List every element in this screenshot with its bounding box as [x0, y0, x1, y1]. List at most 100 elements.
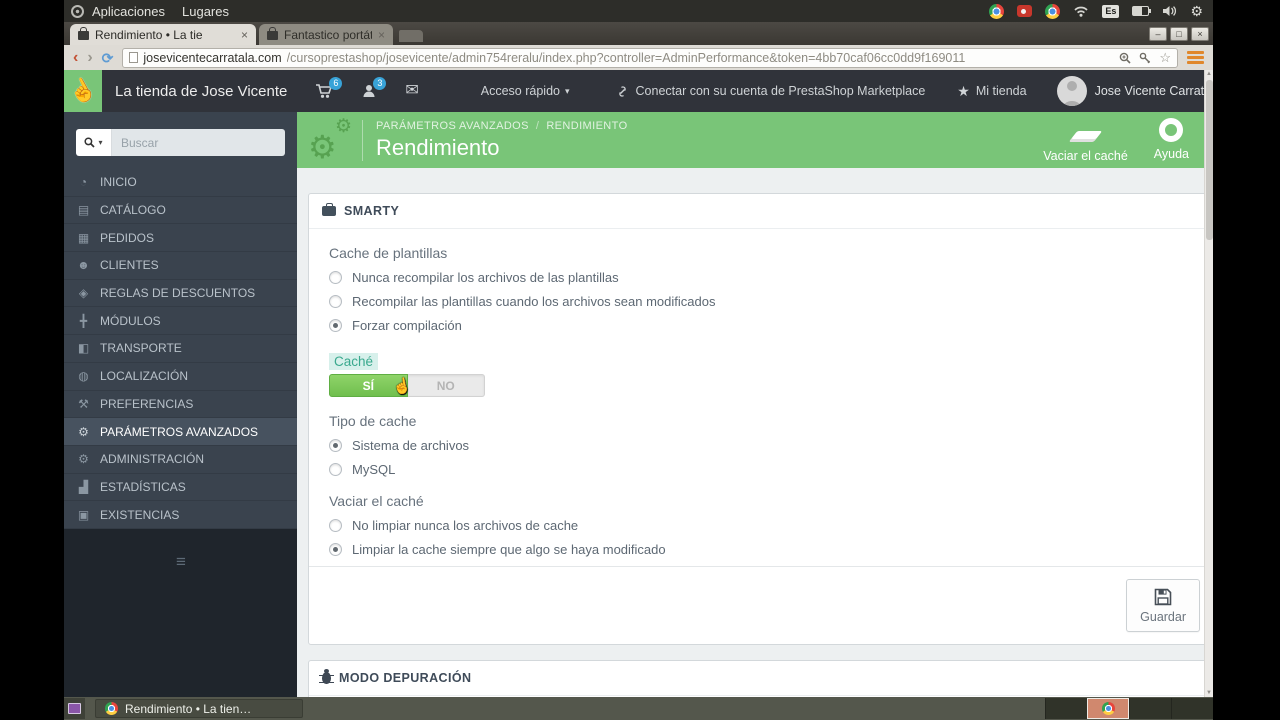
- shop-name[interactable]: La tienda de Jose Vicente: [115, 83, 287, 100]
- radio-option[interactable]: Sistema de archivos: [329, 438, 1195, 453]
- reload-button[interactable]: ⟳: [102, 51, 114, 65]
- page-header: ⚙ ⚙ PARÁMETROS AVANZADOS / RENDIMIENTO R…: [297, 112, 1213, 168]
- radio-option[interactable]: MySQL: [329, 462, 1195, 477]
- workspace-4[interactable]: [1171, 698, 1213, 719]
- sidebar-item-transporte[interactable]: ◧ TRANSPORTE: [64, 335, 297, 363]
- tab-close-icon[interactable]: ×: [241, 28, 248, 42]
- taskbar: Rendimiento • La tien…: [64, 697, 1213, 720]
- quick-access-dropdown[interactable]: Acceso rápido ▾: [481, 84, 570, 98]
- search-scope-button[interactable]: ▾: [76, 129, 112, 156]
- sidebar-item-existencias[interactable]: ▣ EXISTENCIAS: [64, 501, 297, 529]
- sidebar-item-clientes[interactable]: ☻ CLIENTES: [64, 252, 297, 280]
- chrome-tray-icon[interactable]: [989, 3, 1005, 19]
- keyboard-layout-indicator[interactable]: Es: [1102, 4, 1120, 18]
- zoom-icon[interactable]: [1119, 52, 1131, 64]
- radio-option[interactable]: Recompilar las plantillas cuando los arc…: [329, 294, 1195, 309]
- tab-close-icon[interactable]: ×: [378, 28, 385, 42]
- browser-menu-icon[interactable]: [1187, 51, 1204, 64]
- sidebar-footer: ≡: [64, 528, 297, 697]
- screen-recorder-icon[interactable]: [1017, 5, 1033, 17]
- taskbar-task-button[interactable]: Rendimiento • La tien…: [95, 699, 303, 718]
- sidebar-item-inicio[interactable]: ◔ INICIO: [64, 169, 297, 197]
- sidebar-item-modulos[interactable]: ╋ MÓDULOS: [64, 307, 297, 336]
- key-icon[interactable]: [1139, 52, 1151, 64]
- sidebar-item-preferencias[interactable]: ⚒ PREFERENCIAS: [64, 391, 297, 419]
- my-shop-link[interactable]: ★ Mi tienda: [957, 84, 1026, 98]
- page-title: Rendimiento: [376, 134, 500, 160]
- browser-tab-active[interactable]: Rendimiento • La tie ×: [70, 24, 256, 45]
- wrench-icon: ⚒: [78, 396, 89, 411]
- radio-icon[interactable]: [329, 271, 342, 284]
- clear-cache-button[interactable]: Vaciar el caché: [1043, 118, 1128, 163]
- save-button[interactable]: Guardar: [1126, 579, 1200, 632]
- broken-link-icon: [618, 85, 626, 97]
- browser-tab-inactive[interactable]: Fantastico portátil d ×: [259, 24, 393, 45]
- url-domain: josevicentecarratala.com: [143, 50, 282, 65]
- chrome-tray-icon-2[interactable]: [1045, 3, 1061, 19]
- back-button[interactable]: ‹: [73, 49, 78, 66]
- sidebar-item-localizacion[interactable]: ◍ LOCALIZACIÓN: [64, 363, 297, 391]
- customer-notifications[interactable]: 3: [361, 77, 387, 99]
- radio-option[interactable]: No limpiar nunca los archivos de cache: [329, 518, 1195, 533]
- sidebar-item-estadisticas[interactable]: ▟ ESTADÍSTICAS: [64, 474, 297, 502]
- marketplace-link[interactable]: Conectar con su cuenta de PrestaShop Mar…: [616, 84, 925, 98]
- breadcrumb-parent[interactable]: PARÁMETROS AVANZADOS: [376, 120, 529, 132]
- cache-toggle[interactable]: SÍ NO ☝: [329, 374, 485, 397]
- radio-icon[interactable]: [329, 463, 342, 476]
- distro-logo-icon: [71, 4, 84, 18]
- cursor-hand-icon: ☝: [64, 73, 101, 109]
- cart-notifications[interactable]: 6: [315, 77, 343, 99]
- customers-icon: ☻: [77, 258, 90, 273]
- wifi-icon[interactable]: [1073, 5, 1089, 17]
- sidebar-item-label: LOCALIZACIÓN: [100, 369, 189, 384]
- radio-option[interactable]: Limpiar la cache siempre que algo se hay…: [329, 542, 1195, 557]
- maximize-button[interactable]: □: [1170, 27, 1188, 41]
- radio-icon-checked[interactable]: [329, 319, 342, 332]
- address-bar[interactable]: josevicentecarratala.com /cursoprestasho…: [122, 47, 1178, 68]
- help-button[interactable]: Ayuda: [1154, 117, 1189, 163]
- messages-notifications[interactable]: ✉: [405, 83, 418, 99]
- bookmark-star-icon[interactable]: ☆: [1159, 51, 1171, 64]
- new-tab-button[interactable]: [399, 30, 423, 42]
- sidebar-item-administracion[interactable]: ⚙ ADMINISTRACIÓN: [64, 446, 297, 474]
- sidebar-item-catalogo[interactable]: ▤ CATÁLOGO: [64, 197, 297, 225]
- radio-option[interactable]: Forzar compilación: [329, 318, 1195, 333]
- sidebar-item-parametros-avanzados[interactable]: ⚙ PARÁMETROS AVANZADOS: [64, 418, 297, 446]
- menu-aplicaciones[interactable]: Aplicaciones: [92, 4, 165, 19]
- user-avatar[interactable]: [1056, 76, 1087, 106]
- breadcrumb: PARÁMETROS AVANZADOS / RENDIMIENTO: [376, 120, 628, 132]
- workspace-1[interactable]: [1045, 698, 1087, 719]
- sidebar-item-pedidos[interactable]: ▦ PEDIDOS: [64, 224, 297, 253]
- chevron-down-icon: ▾: [98, 138, 103, 147]
- close-button[interactable]: ×: [1191, 27, 1209, 41]
- radio-icon[interactable]: [329, 295, 342, 308]
- session-gear-icon[interactable]: ⚙: [1190, 4, 1203, 18]
- menu-lugares[interactable]: Lugares: [182, 4, 229, 19]
- show-desktop-button[interactable]: [64, 698, 85, 719]
- radio-icon[interactable]: [329, 519, 342, 532]
- minimize-button[interactable]: –: [1149, 27, 1167, 41]
- radio-icon-checked[interactable]: [329, 543, 342, 556]
- sidebar-menu: ◔ INICIO ▤ CATÁLOGO ▦ PEDIDOS ☻ CLIENTES ◈ RE…: [64, 169, 297, 529]
- modules-icon: ╋: [79, 313, 88, 328]
- scroll-down-icon[interactable]: ▼: [1206, 689, 1212, 697]
- battery-icon[interactable]: [1132, 6, 1152, 16]
- workspace-3[interactable]: [1129, 698, 1171, 719]
- cache-type-label: Tipo de cache: [329, 413, 417, 429]
- search-input[interactable]: [112, 129, 285, 156]
- sidebar-item-label: INICIO: [100, 175, 137, 190]
- collapse-menu-icon[interactable]: ≡: [176, 553, 186, 570]
- toggle-no-button[interactable]: NO: [407, 374, 485, 397]
- scrollbar[interactable]: ▲ ▼: [1204, 70, 1213, 697]
- radio-option[interactable]: Nunca recompilar los archivos de las pla…: [329, 270, 1195, 285]
- scrollbar-thumb[interactable]: [1205, 80, 1213, 240]
- chevron-down-icon: ▾: [564, 85, 570, 96]
- user-menu[interactable]: Jose Vicente Carratala▾: [1095, 84, 1213, 98]
- sidebar-item-reglas-de-descuentos[interactable]: ◈ REGLAS DE DESCUENTOS: [64, 280, 297, 308]
- workspace-2-active[interactable]: [1087, 698, 1129, 719]
- volume-icon[interactable]: [1162, 5, 1177, 17]
- radio-icon-checked[interactable]: [329, 439, 342, 452]
- forward-button[interactable]: ›: [87, 49, 92, 66]
- prestashop-logo[interactable]: ☝: [64, 70, 102, 112]
- scroll-up-icon[interactable]: ▲: [1206, 70, 1212, 78]
